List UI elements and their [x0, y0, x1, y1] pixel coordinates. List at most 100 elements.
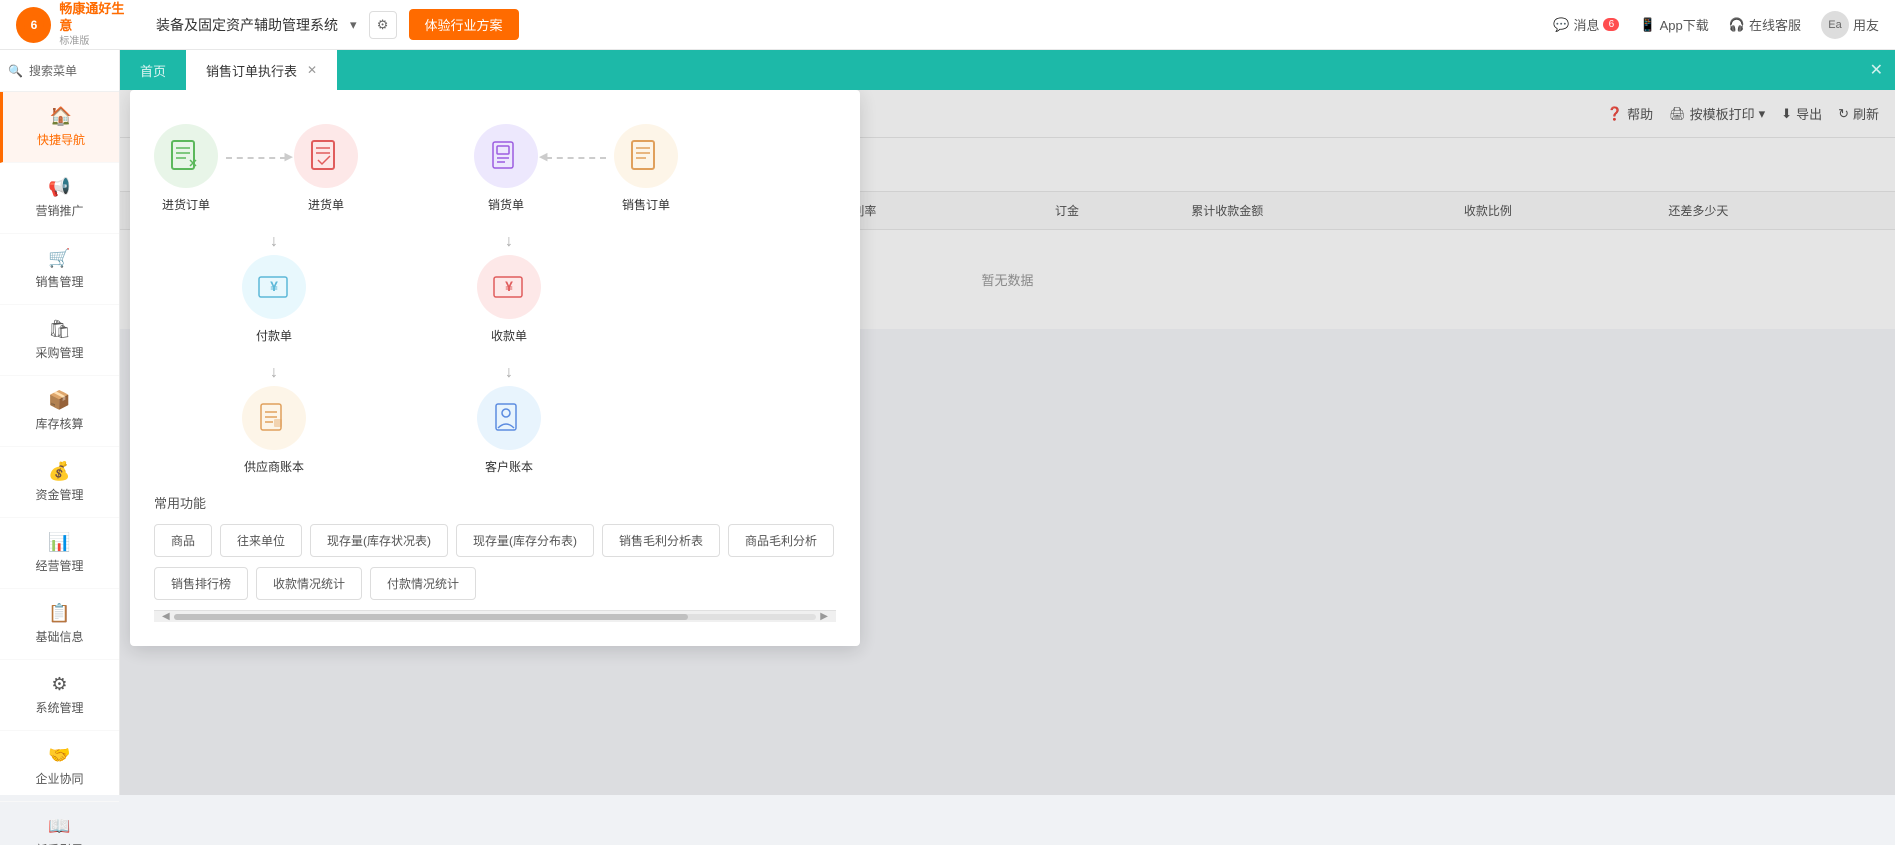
content-area: ❓ 帮助 🖨 按模板打印 ▾ ⬇ 导出 ↻ 刷新 yyyy-mm-dd 📅: [120, 90, 1895, 795]
online-service-button[interactable]: 🎧 在线客服: [1729, 15, 1801, 34]
common-title: 常用功能: [154, 493, 836, 512]
func-buttons-row1: 商品 往来单位 现存量(库存状况表) 现存量(库存分布表) 销售毛利分析表 商品…: [154, 524, 836, 557]
purchase-icon: 🛍: [48, 319, 71, 340]
sidebar-item-system[interactable]: ⚙ 系统管理: [0, 660, 119, 731]
tab-bar: 首页 销售订单执行表 ✕ ✕: [120, 50, 1895, 90]
scroll-left-button[interactable]: ◀: [158, 611, 174, 622]
flow-left-col: 进货订单 ▶: [154, 124, 678, 475]
down-arrow-supplier: ↓: [270, 364, 278, 382]
sidebar-item-inventory[interactable]: 📦 库存核算: [0, 376, 119, 447]
search-icon: 🔍: [8, 64, 23, 78]
close-all-button[interactable]: ✕: [1870, 60, 1883, 80]
sidebar-item-finance[interactable]: 💰 资金管理: [0, 447, 119, 518]
sidebar-item-collab[interactable]: 🤝 企业协同: [0, 731, 119, 802]
sales-icon: 🛒: [48, 248, 70, 269]
scrollbar-thumb[interactable]: [174, 614, 688, 620]
inventory-icon: 📦: [48, 390, 70, 411]
arrow-sales-order-to-bill: ◀: [546, 157, 606, 159]
logo-icon: 6: [16, 7, 51, 43]
sidebar-item-basic[interactable]: 📋 基础信息: [0, 589, 119, 660]
func-btn-product[interactable]: 商品: [154, 524, 212, 557]
common-functions: 常用功能 商品 往来单位 现存量(库存状况表) 现存量(库存分布表) 销售毛利分…: [154, 493, 836, 600]
message-icon: 💬: [1553, 17, 1569, 33]
basic-icon: 📋: [48, 603, 70, 624]
app-download-button[interactable]: 📱 App下载: [1639, 15, 1708, 34]
message-badge: 6: [1603, 18, 1619, 31]
flow-middle-row: ↓ ¥ 付款单: [154, 233, 678, 344]
func-btn-partner[interactable]: 往来单位: [220, 524, 302, 557]
top-header: 6 畅康通好生意 标准版 装备及固定资产辅助管理系统 ▾ ⚙ 体验行业方案 💬 …: [0, 0, 1895, 50]
supplier-account-circle: [242, 386, 306, 450]
svg-text:6: 6: [30, 18, 37, 32]
down-arrow-receipt: ↓: [505, 233, 513, 251]
supplier-col: ↓: [242, 364, 306, 475]
tab-home[interactable]: 首页: [120, 50, 186, 90]
logo-text: 畅康通好生意 标准版: [59, 1, 136, 48]
payment-col: ↓ ¥ 付款单: [242, 233, 306, 344]
operation-icon: 📊: [48, 532, 70, 553]
dropdown-arrow[interactable]: ▾: [350, 17, 357, 33]
sales-bill-circle: [474, 124, 538, 188]
sidebar: 🔍 搜索菜单 🏠 快捷导航 📢 营销推广 🛒 销售管理 🛍 采购管理 📦 库存核…: [0, 50, 120, 795]
flow-node-receipt-bill[interactable]: ¥ 收款单: [477, 255, 541, 344]
flow-bottom-row: ↓: [154, 364, 678, 475]
scrollbar-track[interactable]: [174, 614, 817, 620]
func-btn-sales-rank[interactable]: 销售排行榜: [154, 567, 248, 600]
flow-node-customer-account[interactable]: 客户账本: [477, 386, 541, 475]
purchase-order-circle: [154, 124, 218, 188]
sidebar-item-operation[interactable]: 📊 经营管理: [0, 518, 119, 589]
user-menu[interactable]: Ea 用友: [1821, 11, 1879, 39]
flow-node-payment-bill[interactable]: ¥ 付款单: [242, 255, 306, 344]
logo-area: 6 畅康通好生意 标准版: [16, 1, 136, 48]
sidebar-item-marketing[interactable]: 📢 营销推广: [0, 163, 119, 234]
marketing-icon: 📢: [48, 177, 70, 198]
func-btn-payment-stats[interactable]: 付款情况统计: [370, 567, 476, 600]
home-icon: 🏠: [50, 106, 72, 127]
svg-text:¥: ¥: [270, 278, 278, 294]
flow-node-purchase-bill[interactable]: 进货单: [294, 124, 358, 213]
system-title: 装备及固定资产辅助管理系统: [156, 15, 338, 35]
tab-sales-exec[interactable]: 销售订单执行表 ✕: [186, 50, 337, 90]
down-arrow-payment: ↓: [270, 233, 278, 251]
phone-icon: 📱: [1639, 17, 1655, 33]
headset-icon: 🎧: [1729, 17, 1745, 33]
sales-order-circle: [614, 124, 678, 188]
finance-icon: 💰: [48, 461, 70, 482]
arrow-purchase-to-bill: ▶: [226, 157, 286, 159]
trial-button[interactable]: 体验行业方案: [409, 9, 519, 40]
popup-overlay: 进货订单 ▶: [120, 90, 1895, 795]
main-content: 首页 销售订单执行表 ✕ ✕ ❓ 帮助 🖨 按模板打印 ▾ ⬇ 导出: [120, 50, 1895, 795]
func-btn-sales-gross[interactable]: 销售毛利分析表: [602, 524, 720, 557]
flow-node-sales-bill[interactable]: 销货单: [474, 124, 538, 213]
customer-col: ↓ 客户账本: [477, 364, 541, 475]
customer-account-circle: [477, 386, 541, 450]
sidebar-item-quick-nav[interactable]: 🏠 快捷导航: [0, 92, 119, 163]
flow-node-sales-order[interactable]: 销售订单: [614, 124, 678, 213]
system-icon: ⚙: [51, 674, 67, 695]
search-menu[interactable]: 🔍 搜索菜单: [0, 50, 119, 92]
sidebar-item-sales[interactable]: 🛒 销售管理: [0, 234, 119, 305]
scroll-right-button[interactable]: ▶: [816, 611, 832, 622]
message-button[interactable]: 💬 消息 6: [1553, 15, 1619, 34]
func-btn-product-gross[interactable]: 商品毛利分析: [728, 524, 834, 557]
svg-text:¥: ¥: [505, 278, 513, 294]
header-right: 💬 消息 6 📱 App下载 🎧 在线客服 Ea 用友: [1553, 11, 1879, 39]
purchase-bill-circle: [294, 124, 358, 188]
header-center: 装备及固定资产辅助管理系统 ▾ ⚙ 体验行业方案: [136, 9, 1553, 40]
tab-close-button[interactable]: ✕: [307, 63, 317, 77]
collab-icon: 🤝: [48, 745, 70, 766]
flow-top-row: 进货订单 ▶: [154, 124, 678, 213]
func-buttons-row2: 销售排行榜 收款情况统计 付款情况统计: [154, 567, 836, 600]
func-btn-stock-dist[interactable]: 现存量(库存分布表): [456, 524, 594, 557]
gear-button[interactable]: ⚙: [369, 11, 397, 39]
popup-panel: 进货订单 ▶: [130, 90, 860, 646]
func-btn-stock-status[interactable]: 现存量(库存状况表): [310, 524, 448, 557]
func-btn-receipt-stats[interactable]: 收款情况统计: [256, 567, 362, 600]
sidebar-item-purchase[interactable]: 🛍 采购管理: [0, 305, 119, 376]
flow-diagram: 进货订单 ▶: [154, 114, 836, 485]
flow-node-purchase-order[interactable]: 进货订单: [154, 124, 218, 213]
payment-bill-circle: ¥: [242, 255, 306, 319]
receipt-bill-circle: ¥: [477, 255, 541, 319]
scrollbar-area: ◀ ▶: [154, 610, 836, 622]
flow-node-supplier-account[interactable]: 供应商账本: [242, 386, 306, 475]
